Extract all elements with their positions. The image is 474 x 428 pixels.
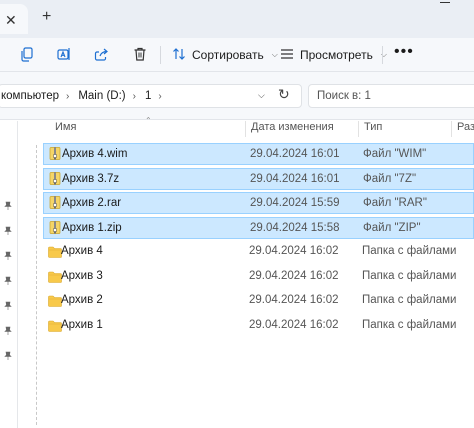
view-label: Просмотреть xyxy=(300,48,373,62)
file-type: Папка с файлами xyxy=(362,269,457,282)
folder-icon xyxy=(48,295,62,308)
breadcrumb-computer[interactable]: компьютер xyxy=(1,90,59,102)
pin-icon[interactable] xyxy=(3,201,13,211)
file-name: Архив 1.zip xyxy=(62,221,122,234)
address-history-chevron-icon[interactable]: ⌵ xyxy=(258,90,265,101)
navigation-pane[interactable] xyxy=(0,121,18,428)
pin-icon[interactable] xyxy=(3,301,13,311)
rename-icon[interactable] xyxy=(55,45,73,63)
column-header-type[interactable]: Тип xyxy=(358,121,451,137)
file-row[interactable]: Архив 4 29.04.2024 16:02 Папка с файлами xyxy=(43,241,474,263)
file-date-modified: 29.04.2024 16:01 xyxy=(250,172,340,185)
sort-button[interactable]: Сортировать ⌵ xyxy=(172,45,278,65)
pin-icon[interactable] xyxy=(3,226,13,236)
selection-guide xyxy=(36,145,37,425)
toolbar-divider xyxy=(160,46,161,64)
file-row[interactable]: Архив 1.zip 29.04.2024 15:58 Файл "ZIP" xyxy=(43,216,474,239)
file-name: Архив 4 xyxy=(61,245,103,257)
sort-icon xyxy=(172,47,186,64)
chevron-down-icon: ⌵ xyxy=(271,50,278,59)
file-date-modified: 29.04.2024 16:02 xyxy=(249,245,339,257)
address-row: компьютер › Main (D:) › 1 › ⌵ ↻ Поиск в:… xyxy=(0,72,474,120)
copy-icon[interactable] xyxy=(18,45,36,63)
file-row[interactable]: Архив 2 29.04.2024 16:02 Папка с файлами xyxy=(43,290,474,312)
file-date-modified: 29.04.2024 15:59 xyxy=(250,197,340,209)
folder-icon xyxy=(48,246,62,259)
file-type: Папка с файлами xyxy=(362,245,457,257)
refresh-icon[interactable]: ↻ xyxy=(278,86,290,103)
file-type: Папка с файлами xyxy=(362,294,457,306)
more-options-button[interactable]: ••• xyxy=(394,44,414,60)
file-row[interactable]: Архив 3.7z 29.04.2024 16:01 Файл "7Z" xyxy=(43,167,474,190)
file-type: Файл "7Z" xyxy=(363,172,417,185)
command-bar: Сортировать ⌵ Просмотреть ⌵ ••• xyxy=(0,38,474,72)
file-name: Архив 4.wim xyxy=(62,148,128,160)
file-name: Архив 2 xyxy=(61,294,103,306)
file-name: Архив 1 xyxy=(61,318,103,331)
new-tab-button[interactable]: + xyxy=(42,9,51,25)
file-row[interactable]: Архив 4.wim 29.04.2024 16:01 Файл "WIM" xyxy=(43,143,474,165)
folder-icon xyxy=(48,271,62,284)
file-row[interactable]: Архив 3 29.04.2024 16:02 Папка с файлами xyxy=(43,266,474,288)
toolbar-divider xyxy=(382,46,383,64)
view-button[interactable]: Просмотреть ⌵ xyxy=(280,45,387,65)
archive-icon xyxy=(49,220,61,234)
file-name: Архив 3 xyxy=(61,269,103,282)
sort-ascending-icon: ⌃ xyxy=(145,116,152,125)
folder-icon xyxy=(48,320,62,333)
file-date-modified: 29.04.2024 16:02 xyxy=(249,269,339,282)
column-header-date[interactable]: Дата изменения xyxy=(245,121,358,137)
pin-icon[interactable] xyxy=(3,351,13,361)
minimize-button[interactable] xyxy=(440,2,450,3)
file-type: Папка с файлами xyxy=(362,318,457,331)
pin-icon[interactable] xyxy=(3,326,13,336)
pin-icon[interactable] xyxy=(3,251,13,261)
tab-current[interactable]: ✕ xyxy=(0,4,28,34)
pin-icon[interactable] xyxy=(3,276,13,286)
file-row[interactable]: Архив 1 29.04.2024 16:02 Папка с файлами xyxy=(43,315,474,337)
file-date-modified: 29.04.2024 16:02 xyxy=(249,318,339,331)
archive-icon xyxy=(49,147,61,160)
file-list[interactable]: Имя ⌃ Дата изменения Тип Разм Архив 4.wi… xyxy=(19,116,474,428)
chevron-right-icon[interactable]: › xyxy=(133,91,136,102)
column-header-size[interactable]: Разм xyxy=(451,121,474,137)
delete-icon[interactable] xyxy=(131,45,149,63)
file-type: Файл "ZIP" xyxy=(363,221,421,234)
file-type: Файл "WIM" xyxy=(363,148,427,160)
address-bar[interactable]: компьютер › Main (D:) › 1 › xyxy=(0,84,302,108)
close-tab-icon[interactable]: ✕ xyxy=(5,13,17,27)
share-icon[interactable] xyxy=(92,45,110,63)
chevron-right-icon[interactable]: › xyxy=(66,91,69,102)
archive-icon xyxy=(49,196,61,209)
column-header-row: Имя ⌃ Дата изменения Тип Разм xyxy=(19,116,474,137)
file-name: Архив 3.7z xyxy=(62,172,120,185)
breadcrumb-folder[interactable]: 1 xyxy=(145,90,151,102)
search-input[interactable]: Поиск в: 1 xyxy=(308,84,474,108)
archive-icon xyxy=(49,171,61,185)
file-date-modified: 29.04.2024 16:01 xyxy=(250,148,340,160)
chevron-right-icon[interactable]: › xyxy=(158,91,161,102)
view-icon xyxy=(280,47,294,64)
breadcrumb-drive[interactable]: Main (D:) xyxy=(78,90,125,102)
sort-label: Сортировать xyxy=(192,48,264,62)
file-date-modified: 29.04.2024 16:02 xyxy=(249,294,339,306)
file-name: Архив 2.rar xyxy=(62,197,122,209)
file-type: Файл "RAR" xyxy=(363,197,427,209)
title-bar: ✕ + xyxy=(0,0,474,38)
file-date-modified: 29.04.2024 15:58 xyxy=(250,221,340,234)
file-row[interactable]: Архив 2.rar 29.04.2024 15:59 Файл "RAR" xyxy=(43,192,474,214)
